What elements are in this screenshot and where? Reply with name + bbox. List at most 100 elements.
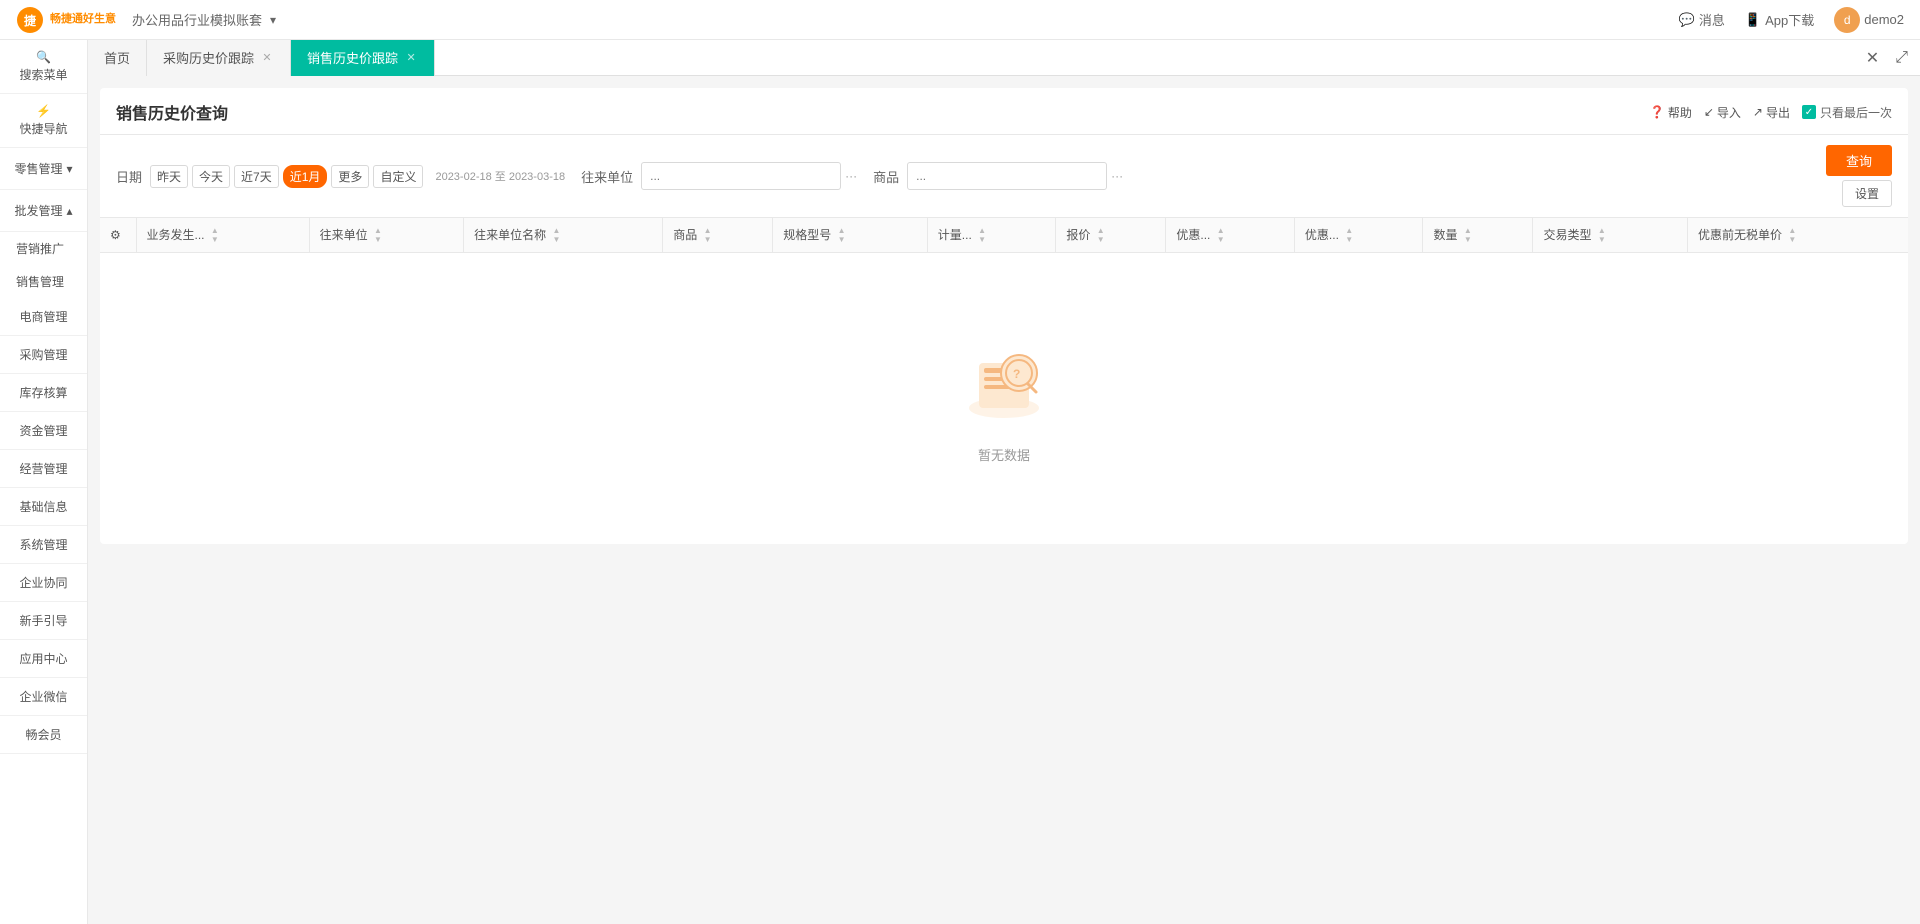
close-all-tabs-button[interactable]: ✕ — [1862, 44, 1883, 72]
app-download-label: App下载 — [1765, 10, 1814, 29]
sidebar-item-wholesale[interactable]: 批发管理 ▴ — [0, 190, 87, 232]
sidebar-label-cooperation: 企业协同 — [19, 574, 67, 591]
sort-no-tax-price-icon: ▲▼ — [1788, 227, 1796, 244]
sidebar-item-membership[interactable]: 畅会员 — [0, 716, 87, 754]
avatar: d — [1834, 7, 1860, 33]
table-col-gear[interactable]: ⚙ — [100, 218, 136, 253]
only-last-checkbox[interactable]: ✓ — [1802, 105, 1816, 119]
sort-trade-type-icon: ▲▼ — [1598, 227, 1606, 244]
date-shortcuts: 昨天 今天 近7天 近1月 更多 自定义 — [150, 165, 423, 188]
date-btn-more[interactable]: 更多 — [331, 165, 369, 188]
only-last-label: 只看最后一次 — [1820, 104, 1892, 121]
table-col-trade-type[interactable]: 交易类型 ▲▼ — [1533, 218, 1688, 253]
user-action[interactable]: d demo2 — [1834, 7, 1904, 33]
table-col-spec[interactable]: 规格型号 ▲▼ — [773, 218, 928, 253]
sidebar-item-retail[interactable]: 零售管理 ▾ — [0, 148, 87, 190]
sidebar-item-cooperation[interactable]: 企业协同 — [0, 564, 87, 602]
sidebar-label-finance: 资金管理 — [19, 422, 67, 439]
table-header-row: ⚙ 业务发生... ▲▼ 往来单位 ▲▼ — [100, 218, 1908, 253]
sidebar-item-ecommerce[interactable]: 电商管理 — [0, 298, 87, 336]
table-col-biz-date[interactable]: 业务发生... ▲▼ — [136, 218, 309, 253]
query-button[interactable]: 查询 — [1826, 145, 1892, 176]
table-col-goods[interactable]: 商品 ▲▼ — [663, 218, 773, 253]
sidebar-label-enterprise-wechat: 企业微信 — [19, 688, 67, 705]
sort-discount1-icon: ▲▼ — [1217, 227, 1225, 244]
message-action[interactable]: 💬 消息 — [1679, 10, 1725, 29]
svg-text:捷: 捷 — [24, 13, 37, 28]
sidebar-item-newbie[interactable]: 新手引导 — [0, 602, 87, 640]
table-col-discount2[interactable]: 优惠... ▲▼ — [1294, 218, 1423, 253]
date-btn-custom[interactable]: 自定义 — [373, 165, 423, 188]
date-btn-yesterday[interactable]: 昨天 — [150, 165, 188, 188]
table-col-counterparty-name[interactable]: 往来单位名称 ▲▼ — [464, 218, 663, 253]
date-btn-today[interactable]: 今天 — [192, 165, 230, 188]
table-col-counterparty-code[interactable]: 往来单位 ▲▼ — [309, 218, 464, 253]
sidebar-label-membership: 畅会员 — [25, 726, 61, 743]
tab-bar-actions: ✕ ⤢ — [1862, 44, 1920, 72]
sidebar-item-operations[interactable]: 经营管理 — [0, 450, 87, 488]
checkmark-icon: ✓ — [1805, 107, 1813, 118]
sort-discount2-icon: ▲▼ — [1345, 227, 1353, 244]
export-button[interactable]: ↗ 导出 — [1753, 104, 1790, 121]
sidebar-item-purchase[interactable]: 采购管理 — [0, 336, 87, 374]
filter-right: 查询 设置 — [1826, 145, 1892, 207]
help-button[interactable]: ❓ 帮助 — [1650, 104, 1692, 121]
table-col-qty[interactable]: 数量 ▲▼ — [1423, 218, 1533, 253]
tab-bar: 首页 采购历史价跟踪 ✕ 销售历史价跟踪 ✕ ✕ ⤢ — [88, 40, 1920, 76]
sidebar-label-inventory: 库存核算 — [19, 384, 67, 401]
table-col-no-tax-price[interactable]: 优惠前无税单价 ▲▼ — [1688, 218, 1908, 253]
sort-goods-icon: ▲▼ — [704, 227, 712, 244]
sidebar-label-ecommerce: 电商管理 — [19, 308, 67, 325]
sidebar-label-newbie: 新手引导 — [19, 612, 67, 629]
app-download-action[interactable]: 📱 App下载 — [1745, 10, 1814, 29]
gear-icon[interactable]: ⚙ — [110, 228, 121, 242]
search-menu-icon: 🔍 — [36, 50, 51, 64]
quick-nav-icon: ⚡ — [36, 104, 51, 118]
sidebar-item-app-center[interactable]: 应用中心 — [0, 640, 87, 678]
sidebar-label-sales-mgmt: 销售管理 — [16, 275, 64, 289]
sidebar-item-system[interactable]: 系统管理 — [0, 526, 87, 564]
username-label: demo2 — [1864, 12, 1904, 27]
sidebar-label-marketing: 营销推广 — [16, 242, 64, 256]
data-table: ⚙ 业务发生... ▲▼ 往来单位 ▲▼ — [100, 218, 1908, 253]
logo-area: 捷 畅捷通好生意 — [16, 6, 116, 34]
counterparty-input[interactable] — [641, 162, 841, 190]
wholesale-arrow-icon: ▴ — [66, 204, 72, 218]
top-bar-left: 捷 畅捷通好生意 办公用品行业模拟账套 ▾ — [16, 6, 276, 34]
settings-button[interactable]: 设置 — [1842, 180, 1892, 207]
table-col-unit[interactable]: 计量... ▲▼ — [927, 218, 1056, 253]
import-icon: ↙ — [1704, 105, 1714, 119]
import-button[interactable]: ↙ 导入 — [1704, 104, 1741, 121]
only-last-checkbox-label[interactable]: ✓ 只看最后一次 — [1802, 104, 1892, 121]
filter-bar: 日期 昨天 今天 近7天 近1月 更多 自定义 2023-02-18 至 202… — [100, 135, 1908, 218]
date-btn-7days[interactable]: 近7天 — [234, 165, 279, 188]
sidebar-item-quick-nav[interactable]: ⚡ 快捷导航 — [0, 94, 87, 148]
date-btn-1month[interactable]: 近1月 — [283, 165, 328, 188]
sidebar-item-finance[interactable]: 资金管理 — [0, 412, 87, 450]
sidebar-item-inventory[interactable]: 库存核算 — [0, 374, 87, 412]
expand-button[interactable]: ⤢ — [1891, 45, 1912, 71]
sidebar-item-enterprise-wechat[interactable]: 企业微信 — [0, 678, 87, 716]
tab-purchase-history[interactable]: 采购历史价跟踪 ✕ — [147, 40, 291, 76]
table-col-discount1[interactable]: 优惠... ▲▼ — [1166, 218, 1295, 253]
retail-arrow-icon: ▾ — [66, 162, 72, 176]
tab-sales-history[interactable]: 销售历史价跟踪 ✕ — [291, 40, 435, 76]
tab-purchase-close-icon[interactable]: ✕ — [260, 51, 274, 65]
sidebar-item-sales-mgmt[interactable]: 销售管理 — [0, 265, 87, 298]
sidebar-item-marketing[interactable]: 营销推广 — [0, 232, 87, 265]
sidebar-item-basics[interactable]: 基础信息 — [0, 488, 87, 526]
tab-sales-close-icon[interactable]: ✕ — [404, 51, 418, 65]
page-header-actions: ❓ 帮助 ↙ 导入 ↗ 导出 ✓ 只看最后一 — [1650, 104, 1892, 121]
tab-home[interactable]: 首页 — [88, 40, 147, 76]
empty-state: ? 暂无数据 — [100, 253, 1908, 544]
sidebar-item-search-menu[interactable]: 🔍 搜索菜单 — [0, 40, 87, 94]
goods-input[interactable] — [907, 162, 1107, 190]
sidebar-label-wholesale: 批发管理 — [14, 202, 62, 219]
table-col-quote[interactable]: 报价 ▲▼ — [1056, 218, 1166, 253]
sort-spec-icon: ▲▼ — [838, 227, 846, 244]
title-dropdown-icon[interactable]: ▾ — [270, 13, 276, 27]
sidebar-label-purchase: 采购管理 — [19, 346, 67, 363]
import-label: 导入 — [1717, 104, 1741, 121]
tab-purchase-history-label: 采购历史价跟踪 — [163, 48, 254, 67]
goods-dots-icon: ··· — [1111, 169, 1123, 183]
